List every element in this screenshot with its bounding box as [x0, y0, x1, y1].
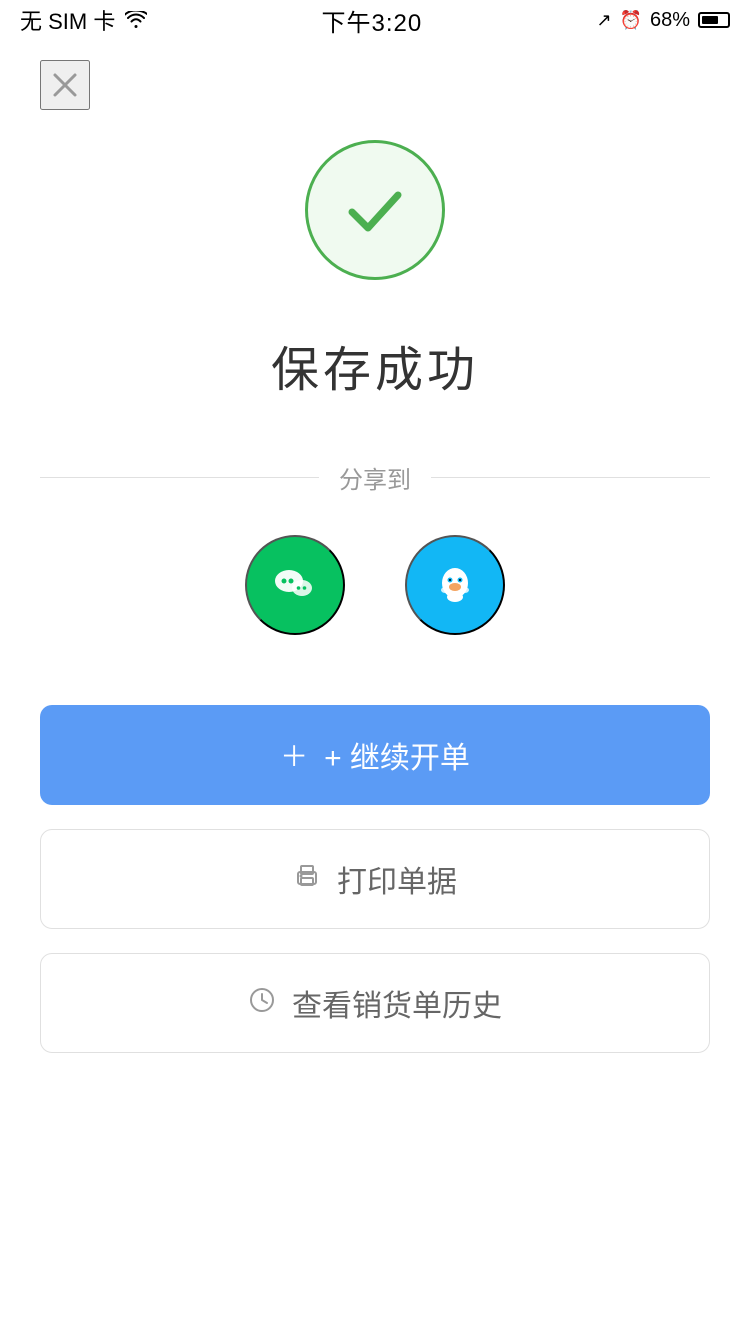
status-carrier: 无 SIM 卡	[20, 4, 147, 36]
close-button[interactable]	[40, 60, 90, 110]
divider-line-left	[40, 477, 319, 478]
wifi-icon	[125, 11, 147, 29]
plus-icon: ＋	[280, 735, 308, 775]
wechat-share-button[interactable]	[245, 535, 345, 635]
share-icons-container	[245, 535, 505, 635]
divider-line-right	[431, 477, 710, 478]
battery-fill	[702, 16, 718, 24]
close-icon	[50, 70, 80, 100]
status-indicators: ↗ ⏰ 68%	[596, 9, 730, 32]
continue-label: + 继续开单	[324, 733, 470, 777]
alarm-icon: ⏰	[620, 10, 642, 31]
carrier-text: 无 SIM 卡	[20, 4, 115, 36]
main-content: 保存成功 分享到	[0, 40, 750, 1334]
location-icon: ↗	[596, 10, 611, 31]
share-divider: 分享到	[40, 460, 710, 495]
wechat-icon	[267, 557, 323, 613]
status-time: 下午3:20	[322, 3, 423, 38]
status-bar: 无 SIM 卡 下午3:20 ↗ ⏰ 68%	[0, 0, 750, 40]
action-buttons: ＋ + 继续开单 打印单据 查看销货单历	[40, 705, 710, 1053]
clock-icon	[248, 986, 276, 1021]
history-label: 查看销货单历史	[292, 981, 502, 1025]
checkmark-icon	[340, 175, 410, 245]
qq-icon	[427, 557, 483, 613]
share-label: 分享到	[339, 460, 411, 495]
printer-icon	[293, 862, 321, 897]
history-button[interactable]: 查看销货单历史	[40, 953, 710, 1053]
battery-icon	[698, 12, 730, 28]
success-title: 保存成功	[271, 330, 479, 400]
continue-button[interactable]: ＋ + 继续开单	[40, 705, 710, 805]
print-button[interactable]: 打印单据	[40, 829, 710, 929]
print-label: 打印单据	[337, 857, 457, 901]
battery-percent: 68%	[650, 9, 690, 32]
qq-share-button[interactable]	[405, 535, 505, 635]
success-icon-circle	[305, 140, 445, 280]
